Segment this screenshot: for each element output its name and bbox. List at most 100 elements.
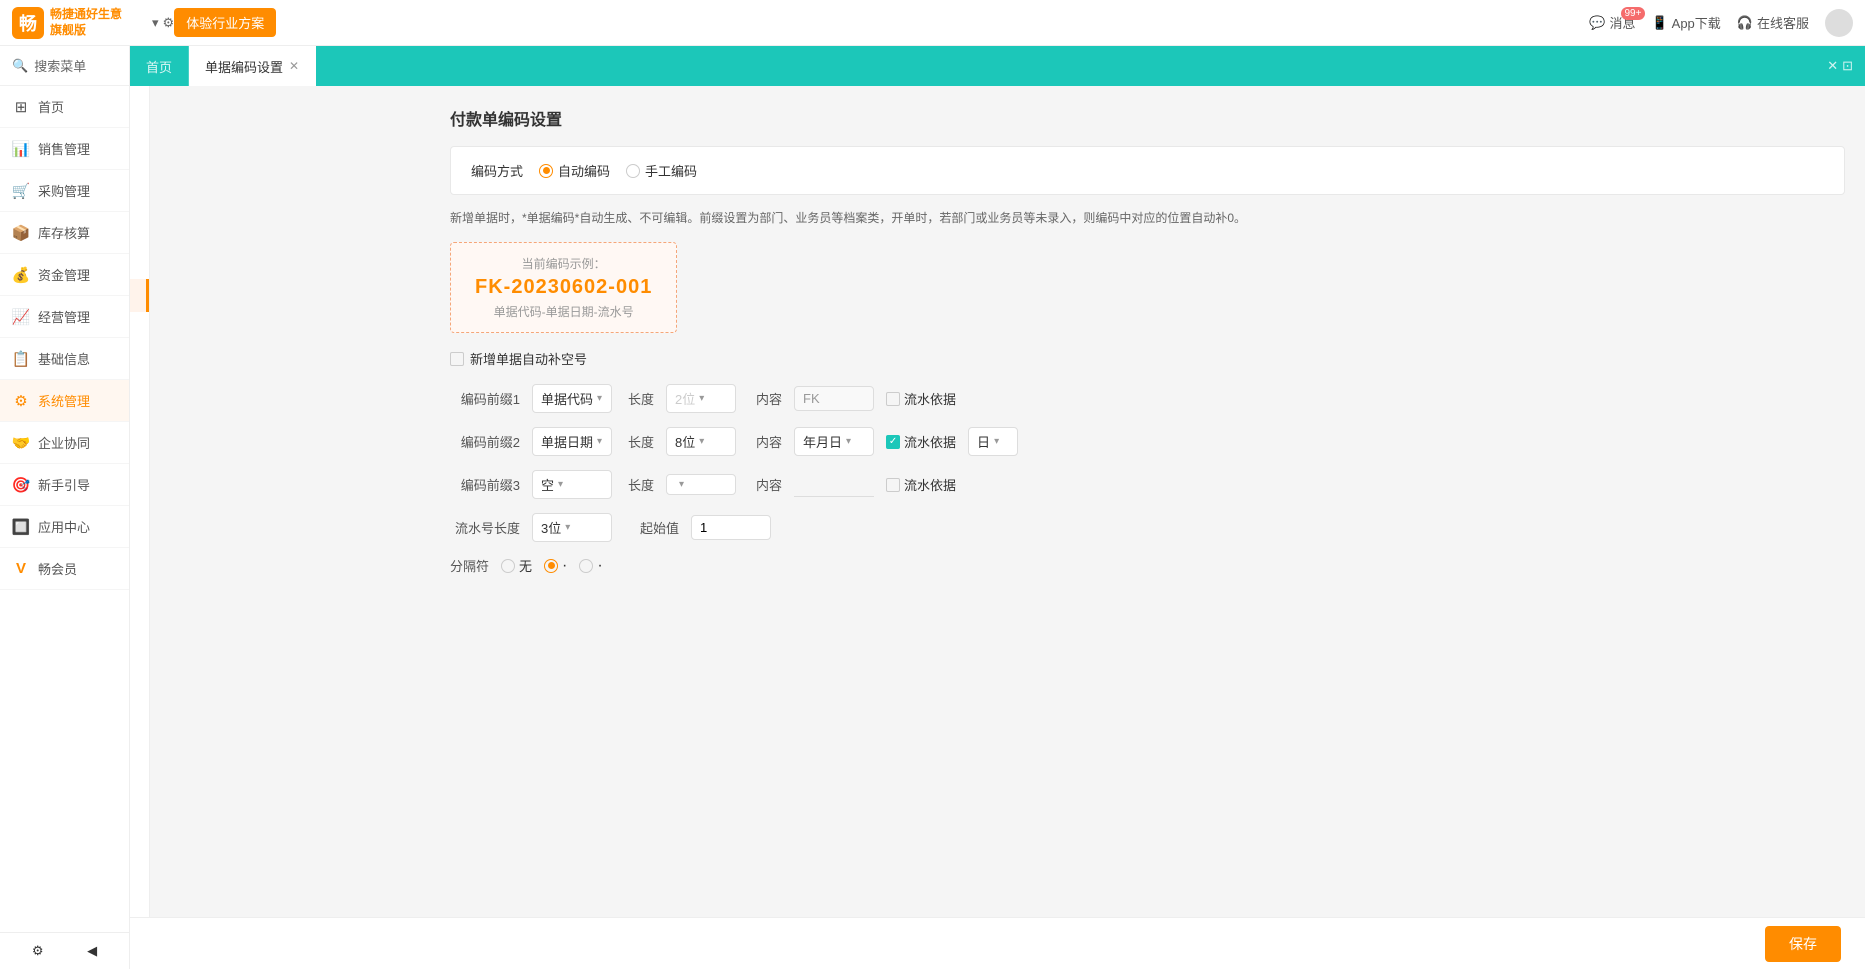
settings-icon[interactable]: ⚙ [163,15,175,31]
prefix3-select[interactable]: 空 ▾ [532,470,612,499]
prefix1-value: 单据代码 [541,389,593,408]
manual-code-radio-dot [626,164,640,178]
auto-code-radio[interactable]: 自动编码 [539,161,610,180]
content3-input[interactable] [794,473,874,497]
start-value-input[interactable] [691,515,771,540]
separator-none-radio[interactable]: 无 [501,556,532,575]
logo: 畅 畅捷通好生意 旗舰版 [12,7,142,39]
serial2-checkbox[interactable]: ✓ [886,435,900,449]
finance-icon: 💰 [12,266,30,284]
length1-arrow: ▾ [699,393,704,404]
info-text: 新增单据时，*单据编码*自动生成、不可编辑。前缀设置为部门、业务员等档案类，开单… [450,209,1845,228]
save-button[interactable]: 保存 [1765,926,1841,962]
length2-select[interactable]: 8位 ▾ [666,427,736,456]
length3-select[interactable]: ▾ [666,474,736,495]
tab-close-all[interactable]: ✕ ⊡ [1815,58,1865,74]
content2-arrow: ▾ [846,436,851,447]
sidebar-item-apps[interactable]: 🔲 应用中心 [0,506,129,548]
service-label: 在线客服 [1757,13,1809,32]
serial-length-select[interactable]: 3位 ▾ [532,513,612,542]
length3-label: 长度 [628,475,654,494]
sidebar-item-label: 基础信息 [38,349,90,368]
settings-bottom-icon[interactable]: ⚙ [32,943,44,959]
serial-length-arrow: ▾ [565,522,570,533]
content2-value: 年月日 [803,432,842,451]
sidebar-item-purchase[interactable]: 🛒 采购管理 [0,170,129,212]
prefix-row-3: 编码前缀3 空 ▾ 长度 ▾ 内容 流水依据 [450,470,1845,499]
sidebar-item-guide[interactable]: 🎯 新手引导 [0,464,129,506]
serial2-checkbox-wrap: ✓ 流水依据 [886,432,956,451]
tab-encoding-label: 单据编码设置 [205,57,283,76]
sidebar-item-label: 应用中心 [38,517,90,536]
content2-select[interactable]: 年月日 ▾ [794,427,874,456]
tab-close-icon[interactable]: ✕ [289,59,299,73]
search-label: 搜索菜单 [34,56,86,75]
main-content: 付款单编码设置 编码方式 自动编码 手工编码 新增单据时，*单据编码*自动生成、… [430,86,1865,969]
purchase-icon: 🛒 [12,182,30,200]
sidebar: 🔍 搜索菜单 ⊞ 首页 📊 销售管理 🛒 采购管理 📦 库存核算 💰 资金管理 … [0,0,130,969]
separator-dot2-radio[interactable]: · [579,557,602,575]
tab-home-label: 首页 [146,57,172,76]
download-label: App下载 [1672,13,1721,32]
encoding-method-label: 编码方式 [471,161,523,180]
apps-icon: 🔲 [12,518,30,536]
sidebar-search[interactable]: 🔍 搜索菜单 [0,46,129,86]
tab-encoding-settings[interactable]: 单据编码设置 ✕ [189,46,316,86]
prefix3-label: 编码前缀3 [450,475,520,494]
sales-icon: 📊 [12,140,30,158]
serial2-label: 流水依据 [904,432,956,451]
basic-icon: 📋 [12,350,30,368]
sidebar-item-basic[interactable]: 📋 基础信息 [0,338,129,380]
manual-code-radio[interactable]: 手工编码 [626,161,697,180]
start-value-label: 起始值 [640,518,679,537]
code-preview-label: 当前编码示例： [475,255,652,272]
sidebar-item-system[interactable]: ⚙ 系统管理 [0,380,129,422]
sidebar-item-operations[interactable]: 📈 经营管理 [0,296,129,338]
serial3-checkbox-wrap: 流水依据 [886,475,956,494]
download-btn[interactable]: 📱 App下载 [1651,13,1720,32]
prefix3-value: 空 [541,475,554,494]
separator-dot1-dot [544,559,558,573]
sidebar-item-enterprise[interactable]: 🤝 企业协同 [0,422,129,464]
service-icon: 🎧 [1737,15,1753,31]
user-avatar[interactable] [1825,9,1853,37]
serial3-checkbox[interactable] [886,478,900,492]
sidebar-item-finance[interactable]: 💰 资金管理 [0,254,129,296]
auto-code-radio-dot [539,164,553,178]
experience-button[interactable]: 体验行业方案 [174,8,276,37]
tab-home[interactable]: 首页 [130,46,189,86]
prefix1-arrow: ▾ [597,393,602,404]
dropdown-arrow-icon[interactable]: ▾ [152,15,159,31]
sidebar-item-inventory[interactable]: 📦 库存核算 [0,212,129,254]
collapse-icon[interactable]: ◀ [87,943,97,959]
separator-row: 分隔符 无 · · [450,556,1845,575]
auto-fill-checkbox[interactable] [450,352,464,366]
service-btn[interactable]: 🎧 在线客服 [1737,13,1809,32]
prefix2-select[interactable]: 单据日期 ▾ [532,427,612,456]
sidebar-item-label: 经营管理 [38,307,90,326]
avatar-img [1825,9,1853,37]
sidebar-item-home[interactable]: ⊞ 首页 [0,86,129,128]
serial1-checkbox-wrap: 流水依据 [886,389,956,408]
message-btn[interactable]: 💬 消息 99+ [1589,13,1635,32]
sidebar-item-sales[interactable]: 📊 销售管理 [0,128,129,170]
sidebar-item-label: 企业协同 [38,433,90,452]
serial1-checkbox[interactable] [886,392,900,406]
auto-fill-label: 新增单据自动补空号 [470,349,587,368]
separator-radio-group: 无 · · [501,556,603,575]
length3-arrow: ▾ [679,479,684,490]
topbar-right: 💬 消息 99+ 📱 App下载 🎧 在线客服 [1589,9,1853,37]
sidebar-item-member[interactable]: V 畅会员 [0,548,129,590]
separator-none-dot [501,559,515,573]
prefix1-select[interactable]: 单据代码 ▾ [532,384,612,413]
enterprise-icon: 🤝 [12,434,30,452]
length2-label: 长度 [628,432,654,451]
prefix3-arrow: ▾ [558,479,563,490]
length1-select[interactable]: 2位 ▾ [666,384,736,413]
prefix-row-2: 编码前缀2 单据日期 ▾ 长度 8位 ▾ 内容 年月日 ▾ ✓ 流水依据 日 ▾ [450,427,1845,456]
separator-dot2-dot [579,559,593,573]
member-icon: V [12,560,30,578]
separator-dot1-radio[interactable]: · [544,557,567,575]
serial-length-value: 3位 [541,518,561,537]
day-option-select[interactable]: 日 ▾ [968,427,1018,456]
